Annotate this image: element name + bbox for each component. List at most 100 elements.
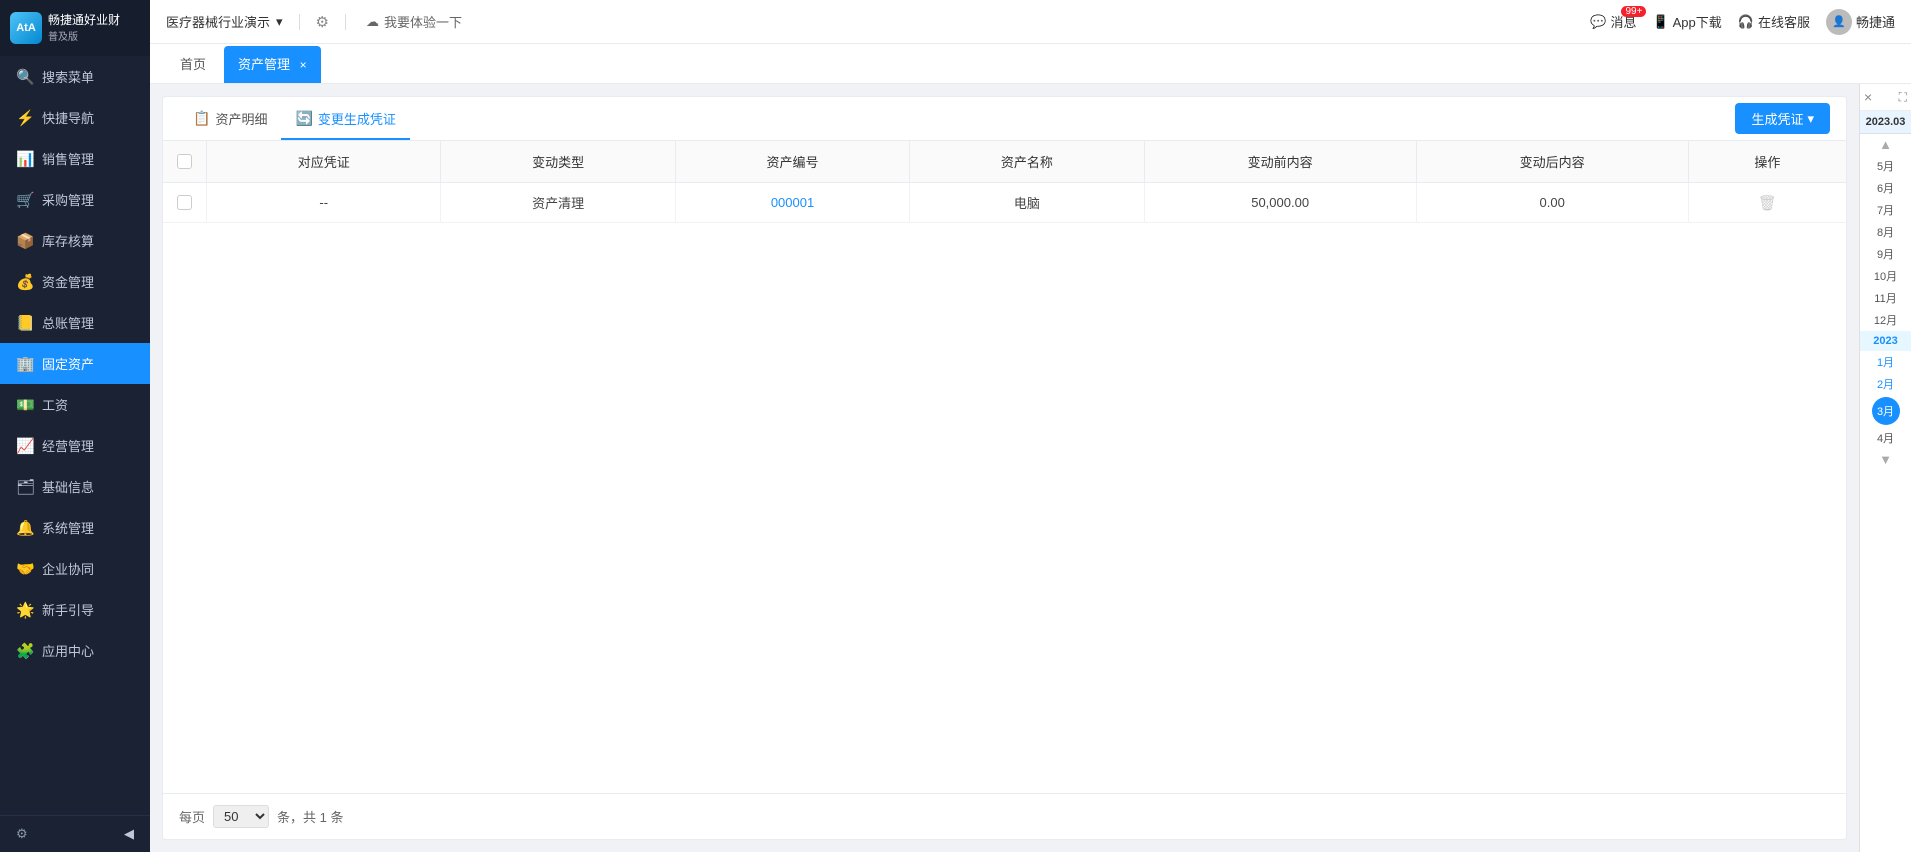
sidebar-item-capital[interactable]: 💰 资金管理 — [0, 261, 150, 302]
star-icon: 🌟 — [16, 601, 34, 619]
sidebar-item-app-center[interactable]: 🧩 应用中心 — [0, 630, 150, 671]
col-asset-name: 资产名称 — [910, 141, 1144, 183]
table-wrapper: 对应凭证 变动类型 资产编号 资产名称 — [163, 141, 1846, 793]
select-all-checkbox[interactable] — [177, 154, 192, 169]
col-asset-code: 资产编号 — [675, 141, 909, 183]
row-checkbox[interactable] — [177, 195, 192, 210]
service-label: 在线客服 — [1758, 12, 1810, 31]
sidebar-label-payroll: 工资 — [42, 395, 68, 414]
sub-tab-change-voucher-label: 变更生成凭证 — [318, 109, 396, 128]
sidebar: AtA 畅捷通好业财 普及版 🔍 搜索菜单 ⚡ 快捷导航 📊 销售管理 🛒 采购… — [0, 0, 150, 852]
scroll-up-btn[interactable]: ▲ — [1860, 134, 1911, 155]
puzzle-icon: 🧩 — [16, 642, 34, 660]
sidebar-label-guide: 新手引导 — [42, 600, 94, 619]
money-icon: 💰 — [16, 273, 34, 291]
cal-month-7[interactable]: 7月 — [1860, 199, 1911, 221]
calendar-expand-btn[interactable]: ⛶ — [1899, 90, 1907, 105]
tab-asset-mgmt[interactable]: 资产管理 × — [224, 46, 321, 83]
table-row: -- 资产清理 000001 电脑 — [163, 183, 1846, 223]
building-icon: 🏢 — [16, 355, 34, 373]
company-selector[interactable]: 医疗器械行业演示 ▾ — [166, 12, 283, 31]
cal-month-11[interactable]: 11月 — [1860, 287, 1911, 309]
message-icon: 💬 — [1590, 14, 1606, 30]
sidebar-item-quick-nav[interactable]: ⚡ 快捷导航 — [0, 97, 150, 138]
headset-icon: 🎧 — [1738, 14, 1754, 30]
logo-icon: AtA — [10, 12, 42, 44]
settings-bottom-icon[interactable]: ⚙ — [16, 826, 28, 842]
folder-icon: 🗂 — [16, 478, 34, 496]
calendar-close-btn[interactable]: × — [1864, 89, 1872, 105]
sidebar-logo: AtA 畅捷通好业财 普及版 — [0, 0, 150, 56]
sidebar-collapse-icon[interactable]: ◀ — [124, 826, 134, 842]
sidebar-item-inventory[interactable]: 📦 库存核算 — [0, 220, 150, 261]
payroll-icon: 💵 — [16, 396, 34, 414]
tabbar: 首页 资产管理 × — [150, 44, 1911, 84]
col-operation: 操作 — [1688, 141, 1846, 183]
cal-month-3-current[interactable]: 3月 — [1872, 397, 1900, 425]
sidebar-bottom: ⚙ ◀ — [0, 815, 150, 852]
sidebar-item-base-info[interactable]: 🗂 基础信息 — [0, 466, 150, 507]
pagination-bar: 每页 50 10 20 100 条，共 1 条 — [163, 793, 1846, 839]
sidebar-item-fixed-assets[interactable]: 🏢 固定资产 — [0, 343, 150, 384]
experience-label: 我要体验一下 — [384, 12, 462, 31]
experience-btn[interactable]: ☁ 我要体验一下 — [366, 12, 462, 31]
generate-label: 生成凭证 — [1751, 109, 1803, 128]
row-change-type: 资产清理 — [441, 183, 675, 223]
cal-month-9[interactable]: 9月 — [1860, 243, 1911, 265]
per-page-select[interactable]: 50 10 20 100 — [213, 805, 269, 828]
app-download-btn[interactable]: 📱 App下载 — [1652, 12, 1721, 31]
message-badge: 99+ — [1621, 6, 1646, 17]
settings-icon[interactable]: ⚙ — [316, 13, 329, 31]
sidebar-item-system[interactable]: 🔔 系统管理 — [0, 507, 150, 548]
bell-icon: 🔔 — [16, 519, 34, 537]
row-after-value: 0.00 — [1416, 183, 1688, 223]
cal-month-6[interactable]: 6月 — [1860, 177, 1911, 199]
cal-month-2[interactable]: 2月 — [1860, 373, 1911, 395]
generate-voucher-btn[interactable]: 生成凭证 ▾ — [1735, 103, 1830, 134]
sub-tab-asset-list[interactable]: 📋 资产明细 — [179, 99, 281, 140]
sidebar-item-guide[interactable]: 🌟 新手引导 — [0, 589, 150, 630]
sidebar-label-search: 搜索菜单 — [42, 67, 94, 86]
col-voucher: 对应凭证 — [207, 141, 441, 183]
ledger-icon: 📒 — [16, 314, 34, 332]
sidebar-label-app-center: 应用中心 — [42, 641, 94, 660]
cal-month-4[interactable]: 4月 — [1860, 427, 1911, 449]
sidebar-scroll: 🔍 搜索菜单 ⚡ 快捷导航 📊 销售管理 🛒 采购管理 📦 库存核算 💰 资金管… — [0, 56, 150, 815]
cart-icon: 🛒 — [16, 191, 34, 209]
user-profile-btn[interactable]: 👤 畅捷通 — [1826, 9, 1895, 35]
chevron-down-icon: ▾ — [1807, 111, 1814, 127]
refresh-icon: 🔄 — [295, 110, 312, 127]
sidebar-label-sales: 销售管理 — [42, 149, 94, 168]
scroll-down-btn[interactable]: ▼ — [1860, 449, 1911, 470]
row-voucher: -- — [207, 183, 441, 223]
data-table: 对应凭证 变动类型 资产编号 资产名称 — [163, 141, 1846, 223]
tab-asset-mgmt-label: 资产管理 — [238, 57, 290, 72]
sidebar-item-ledger[interactable]: 📒 总账管理 — [0, 302, 150, 343]
sidebar-label-business: 经营管理 — [42, 436, 94, 455]
online-service-btn[interactable]: 🎧 在线客服 — [1738, 12, 1810, 31]
sub-tab-change-voucher[interactable]: 🔄 变更生成凭证 — [281, 99, 409, 140]
cal-month-8[interactable]: 8月 — [1860, 221, 1911, 243]
main-area: 医疗器械行业演示 ▾ ⚙ ☁ 我要体验一下 💬 消息 99+ 📱 App下载 🎧… — [150, 0, 1911, 852]
message-btn[interactable]: 💬 消息 99+ — [1590, 12, 1636, 31]
row-asset-name: 电脑 — [910, 183, 1144, 223]
sidebar-label-base-info: 基础信息 — [42, 477, 94, 496]
sidebar-item-search[interactable]: 🔍 搜索菜单 — [0, 56, 150, 97]
cal-month-1[interactable]: 1月 — [1860, 351, 1911, 373]
sidebar-item-sales[interactable]: 📊 销售管理 — [0, 138, 150, 179]
cal-month-5[interactable]: 5月 — [1860, 155, 1911, 177]
sidebar-item-cooperation[interactable]: 🤝 企业协同 — [0, 548, 150, 589]
cal-year-2023[interactable]: 2023 — [1860, 331, 1911, 351]
cal-month-12[interactable]: 12月 — [1860, 309, 1911, 331]
sidebar-item-payroll[interactable]: 💵 工资 — [0, 384, 150, 425]
cal-month-10[interactable]: 10月 — [1860, 265, 1911, 287]
delete-row-btn[interactable]: 🗑 — [1758, 195, 1777, 212]
row-checkbox-cell — [163, 183, 207, 223]
sidebar-item-business[interactable]: 📈 经营管理 — [0, 425, 150, 466]
lightning-icon: ⚡ — [16, 109, 34, 127]
tab-home[interactable]: 首页 — [166, 46, 220, 83]
sidebar-item-purchase[interactable]: 🛒 采购管理 — [0, 179, 150, 220]
content-area: 📋 资产明细 🔄 变更生成凭证 生成凭证 ▾ — [150, 84, 1911, 852]
tab-close-icon[interactable]: × — [300, 58, 307, 72]
avatar: 👤 — [1826, 9, 1852, 35]
